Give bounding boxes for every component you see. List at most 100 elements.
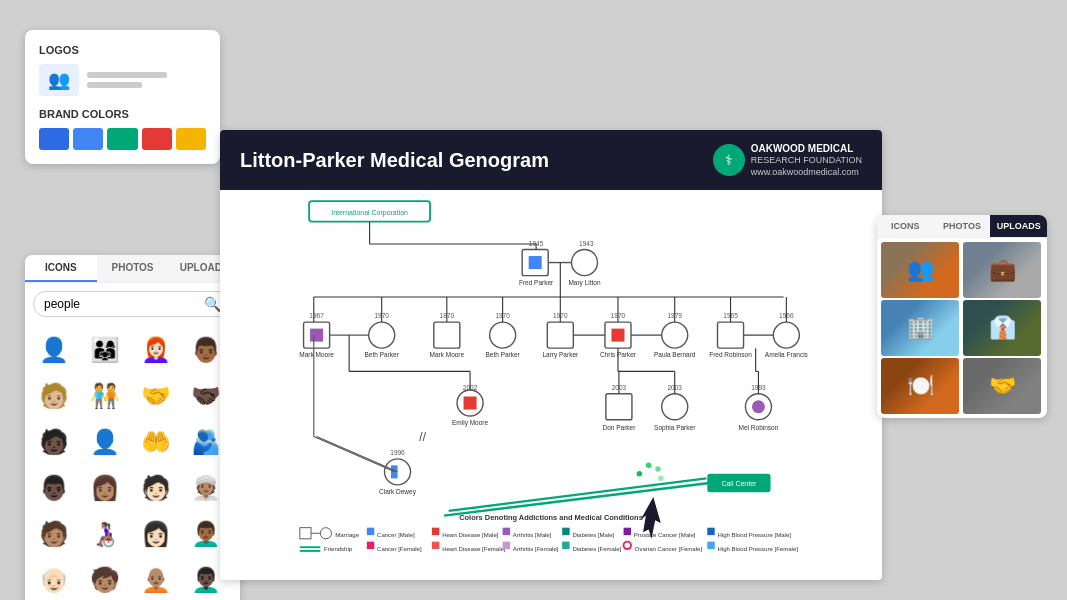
svg-point-76 xyxy=(658,476,664,482)
list-item[interactable]: 👔 xyxy=(963,300,1041,356)
svg-text:Colors Denoting Addictions and: Colors Denoting Addictions and Medical C… xyxy=(459,514,643,523)
svg-text:High Blood Pressure [Female]: High Blood Pressure [Female] xyxy=(718,546,799,552)
list-item[interactable]: 👥 xyxy=(881,242,959,298)
beth-parker-node[interactable] xyxy=(369,322,395,348)
tab-icons[interactable]: ICONS xyxy=(25,255,97,282)
svg-point-77 xyxy=(651,483,657,489)
brand-colors-row xyxy=(39,128,206,150)
org-logo-text: OAKWOOD MEDICAL RESEARCH FOUNDATION www.… xyxy=(751,142,862,178)
swatch-blue[interactable] xyxy=(39,128,69,150)
beth-parker2-node[interactable] xyxy=(490,322,516,348)
svg-text:Don Parker: Don Parker xyxy=(602,424,636,431)
svg-text:Arthritis [Female]: Arthritis [Female] xyxy=(513,546,559,552)
svg-text:Prostate Cancer [Male]: Prostate Cancer [Male] xyxy=(634,532,696,538)
list-item[interactable]: 👤 xyxy=(33,329,75,371)
right-tab-photos[interactable]: PHOTOS xyxy=(934,215,991,237)
list-item[interactable]: 👩🏻‍🦰 xyxy=(135,329,177,371)
svg-point-73 xyxy=(637,471,643,477)
mark-moore2-node[interactable] xyxy=(434,322,460,348)
search-bar[interactable]: 🔍 xyxy=(33,291,232,317)
svg-text:Sophia Parker: Sophia Parker xyxy=(654,424,696,432)
list-item[interactable]: 🧑🏻 xyxy=(135,467,177,509)
svg-text:Mel Robinson: Mel Robinson xyxy=(739,424,779,431)
swatch-lightblue[interactable] xyxy=(73,128,103,150)
list-item[interactable]: 🧑🏿 xyxy=(33,421,75,463)
swatch-yellow[interactable] xyxy=(176,128,206,150)
org-logo-icon: ⚕ xyxy=(713,144,745,176)
corp-label: International Corporation xyxy=(331,209,408,217)
svg-text:Larry Parker: Larry Parker xyxy=(542,352,579,360)
swatch-green[interactable] xyxy=(107,128,137,150)
paula-bernard-node[interactable] xyxy=(662,322,688,348)
mary-litton-node[interactable] xyxy=(571,250,597,276)
icons-panel: ICONS PHOTOS UPLOADS 🔍 👤 👨‍👩‍👧 👩🏻‍🦰 👨🏾 🧑… xyxy=(25,255,240,600)
tab-photos[interactable]: PHOTOS xyxy=(97,255,169,282)
list-item[interactable]: 🤝 xyxy=(963,358,1041,414)
svg-rect-93 xyxy=(707,528,714,535)
don-parker-node[interactable] xyxy=(606,394,632,420)
svg-text:Cancer [Female]: Cancer [Female] xyxy=(377,546,422,552)
org-name: OAKWOOD MEDICAL xyxy=(751,142,862,155)
genogram-canvas[interactable]: International Corporation 1945 1943 Fred… xyxy=(220,190,882,580)
icon-grid: 👤 👨‍👩‍👧 👩🏻‍🦰 👨🏾 🧑🏼 🧑‍🤝‍🧑 🤝 🤝🏿 🧑🏿 👤 🤲 🫂 👨… xyxy=(25,325,240,600)
svg-rect-91 xyxy=(624,528,631,535)
svg-rect-89 xyxy=(562,528,569,535)
svg-rect-2 xyxy=(529,256,542,269)
amelia-francis-node[interactable] xyxy=(773,322,799,348)
svg-line-68 xyxy=(317,437,398,472)
list-item[interactable]: 👩🏻 xyxy=(135,513,177,555)
list-item[interactable]: 🧑🏽 xyxy=(33,513,75,555)
svg-text:Paula Bernard: Paula Bernard xyxy=(654,352,696,359)
search-input[interactable] xyxy=(44,297,204,311)
logo-line-long xyxy=(87,72,167,78)
svg-text:Ovarian Cancer [Female]: Ovarian Cancer [Female] xyxy=(635,546,703,552)
list-item[interactable]: 🧑‍🤝‍🧑 xyxy=(84,375,126,417)
list-item[interactable]: 🤝 xyxy=(135,375,177,417)
main-genogram-area: Litton-Parker Medical Genogram ⚕ OAKWOOD… xyxy=(220,130,882,580)
list-item[interactable]: 👩🏽‍🦽 xyxy=(84,513,126,555)
sophia-parker-node[interactable] xyxy=(662,394,688,420)
svg-text:Beth Parker: Beth Parker xyxy=(485,352,520,359)
list-item[interactable]: 🧒🏽 xyxy=(84,559,126,600)
list-item[interactable]: 🏢 xyxy=(881,300,959,356)
svg-text:Emily Moore: Emily Moore xyxy=(452,420,489,428)
logos-label: LOGOS xyxy=(39,44,206,56)
svg-text:Marriage: Marriage xyxy=(335,532,359,538)
svg-text://: // xyxy=(419,430,427,445)
right-panel: ICONS PHOTOS UPLOADS 👥 💼 🏢 👔 🍽️ 🤝 xyxy=(877,215,1047,418)
right-tab-uploads[interactable]: UPLOADS xyxy=(990,215,1047,237)
svg-line-72 xyxy=(449,479,707,512)
svg-text:1996: 1996 xyxy=(390,449,405,456)
genogram-header: Litton-Parker Medical Genogram ⚕ OAKWOOD… xyxy=(220,130,882,190)
svg-rect-24 xyxy=(611,329,624,342)
list-item[interactable]: 🍽️ xyxy=(881,358,959,414)
icons-panel-tabs: ICONS PHOTOS UPLOADS xyxy=(25,255,240,283)
fred-robinson-node[interactable] xyxy=(718,322,744,348)
list-item[interactable]: 💼 xyxy=(963,242,1041,298)
right-tab-icons[interactable]: ICONS xyxy=(877,215,934,237)
list-item[interactable]: 👨‍👩‍👧 xyxy=(84,329,126,371)
list-item[interactable]: 🤲 xyxy=(135,421,177,463)
svg-rect-109 xyxy=(707,542,714,549)
search-icon[interactable]: 🔍 xyxy=(204,296,221,312)
org-subtitle: RESEARCH FOUNDATION xyxy=(751,155,862,167)
svg-text:Fred Parker: Fred Parker xyxy=(519,279,554,286)
logo-icon: 👥 xyxy=(39,64,79,96)
svg-line-71 xyxy=(444,483,709,516)
svg-text:1967: 1967 xyxy=(309,313,324,320)
svg-point-107 xyxy=(624,543,630,549)
org-url: www.oakwoodmedical.com xyxy=(751,167,862,179)
list-item[interactable]: 👴🏻 xyxy=(33,559,75,600)
svg-point-81 xyxy=(320,528,331,539)
logos-brand-panel: LOGOS 👥 BRAND COLORS xyxy=(25,30,220,164)
svg-text:Cancer [Male]: Cancer [Male] xyxy=(377,532,415,538)
list-item[interactable]: 👩🏽 xyxy=(84,467,126,509)
swatch-red[interactable] xyxy=(142,128,172,150)
svg-text:High Blood Pressure  [Male]: High Blood Pressure [Male] xyxy=(718,532,792,538)
larry-parker-node[interactable] xyxy=(547,322,573,348)
list-item[interactable]: 🧑🏽‍🦲 xyxy=(135,559,177,600)
list-item[interactable]: 🧑🏼 xyxy=(33,375,75,417)
list-item[interactable]: 👤 xyxy=(84,421,126,463)
svg-rect-100 xyxy=(432,542,439,549)
list-item[interactable]: 👨🏿 xyxy=(33,467,75,509)
